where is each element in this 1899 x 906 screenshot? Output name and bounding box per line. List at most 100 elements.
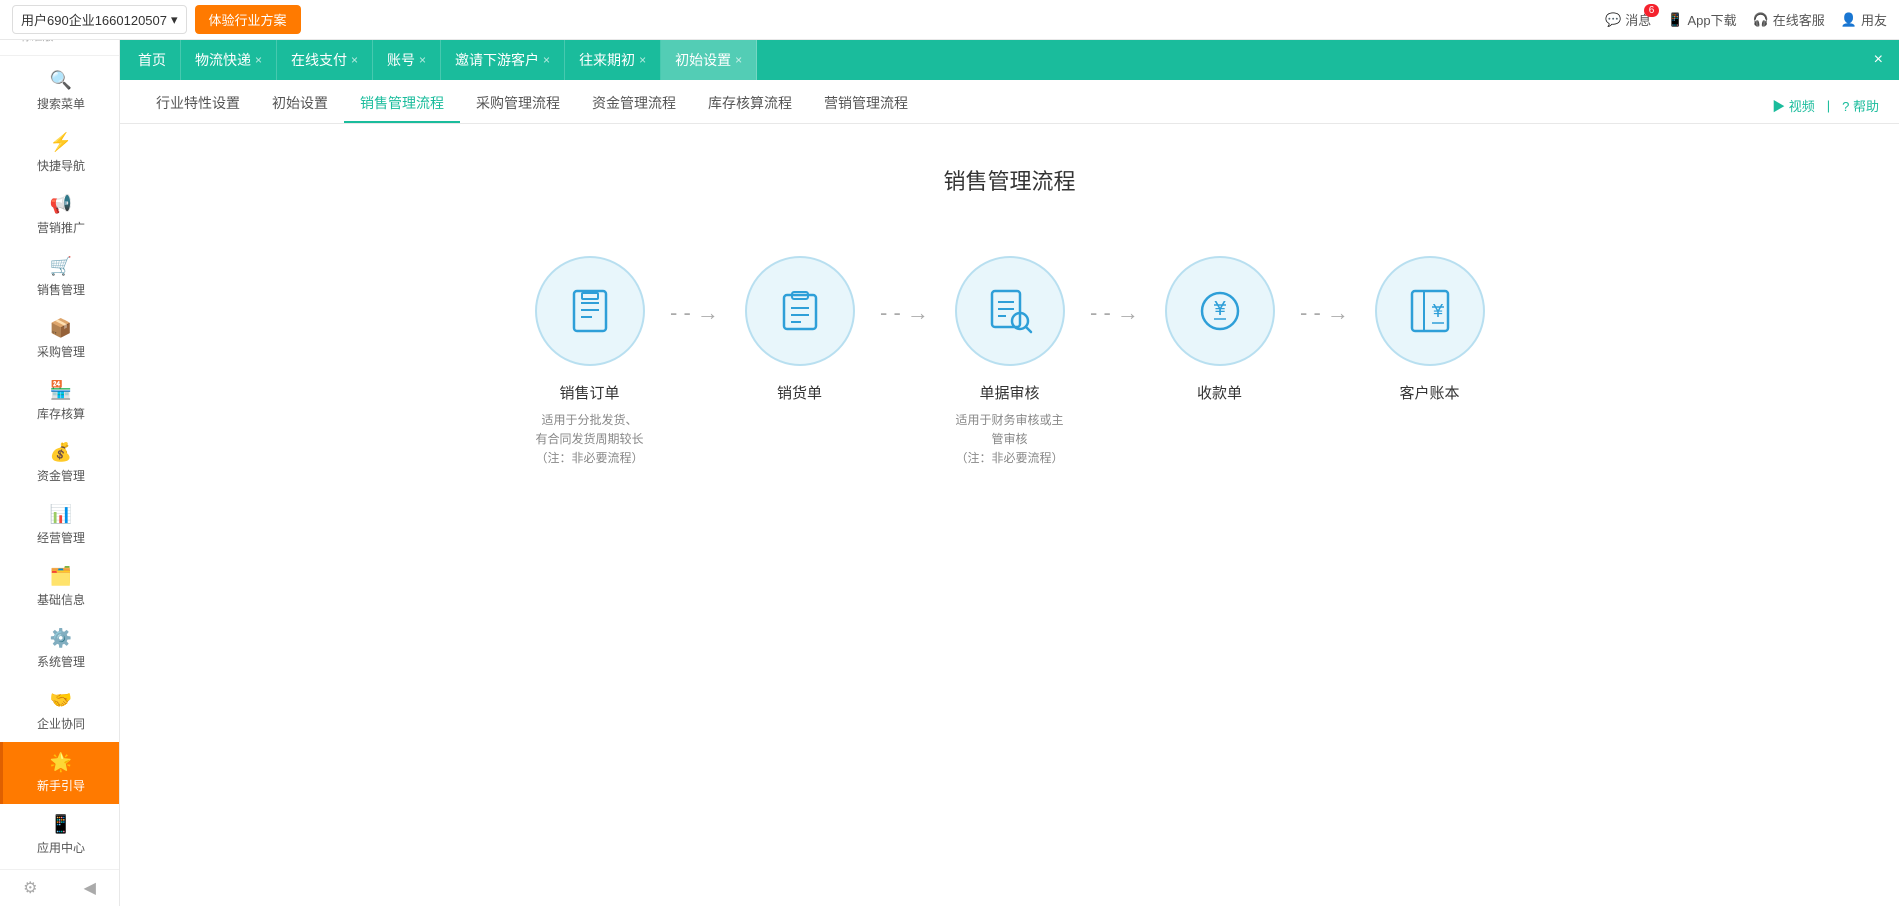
flow-item-review[interactable]: 单据审核 适用于财务审核或主管审核（注：非必要流程）: [930, 256, 1090, 469]
flow-label-sales_order: 销售订单: [559, 382, 619, 403]
company-select[interactable]: 用户690企业1660120507 ▾: [12, 5, 187, 34]
sub-tab-inventory_flow[interactable]: 库存核算流程: [692, 85, 808, 123]
svg-text:¥: ¥: [1213, 298, 1226, 320]
close-tab-invite[interactable]: ×: [543, 53, 550, 67]
sidebar-item-guide[interactable]: 🌟 新手引导: [0, 742, 119, 804]
app-download-item[interactable]: 📱 App下载: [1667, 10, 1736, 29]
flow-label-customer_ledger: 客户账本: [1399, 382, 1459, 403]
arrow-icon: - - →: [1090, 300, 1139, 326]
flow-arrow-3: - - →: [1090, 256, 1140, 326]
sidebar-label-apps: 应用中心: [37, 839, 85, 856]
sidebar-label-quicknav: 快捷导航: [37, 157, 85, 174]
sidebar-label-guide: 新手引导: [37, 777, 85, 794]
nav-tab-invite[interactable]: 邀请下游客户 ×: [441, 40, 565, 80]
sidebar-item-marketing[interactable]: 📢 营销推广: [0, 184, 119, 246]
nav-tab-period[interactable]: 往来期初 ×: [565, 40, 661, 80]
flow-circle-review: [955, 256, 1065, 366]
trial-button[interactable]: 体验行业方案: [195, 5, 301, 34]
nav-close-button[interactable]: ×: [1862, 51, 1895, 69]
nav-tab-label-period: 往来期初: [579, 50, 635, 70]
flow-label-shipment: 销货单: [777, 382, 822, 403]
close-tab-payment[interactable]: ×: [351, 53, 358, 67]
sidebar-icon-purchase: 📦: [50, 318, 72, 339]
sidebar-item-basic[interactable]: 🗂️ 基础信息: [0, 556, 119, 618]
message-badge: 6: [1644, 4, 1660, 17]
arrow-icon: - - →: [670, 300, 719, 326]
nav-tab-label-invite: 邀请下游客户: [455, 50, 539, 70]
sidebar-item-sales[interactable]: 🛒 销售管理: [0, 246, 119, 308]
sidebar-label-operation: 经营管理: [37, 529, 85, 546]
sidebar-item-apps[interactable]: 📱 应用中心: [0, 804, 119, 866]
sidebar-item-collab[interactable]: 🤝 企业协同: [0, 680, 119, 742]
nav-tab-label-init: 初始设置: [675, 50, 731, 70]
sidebar-icon-operation: 📊: [50, 504, 72, 525]
sidebar-label-collab: 企业协同: [37, 715, 85, 732]
nav-tab-logistics[interactable]: 物流快递×: [181, 40, 277, 80]
sidebar-item-system[interactable]: ⚙️ 系统管理: [0, 618, 119, 680]
user-item[interactable]: 👤 用友: [1841, 10, 1887, 29]
svg-text:¥: ¥: [1431, 301, 1443, 321]
sidebar-item-purchase[interactable]: 📦 采购管理: [0, 308, 119, 370]
settings-icon[interactable]: ⚙: [23, 878, 37, 898]
sidebar-item-quicknav[interactable]: ⚡ 快捷导航: [0, 122, 119, 184]
nav-tab-init[interactable]: 初始设置 ×: [661, 40, 757, 80]
sidebar-label-basic: 基础信息: [37, 591, 85, 608]
flow-arrow-1: - - →: [670, 256, 720, 326]
sidebar-item-operation[interactable]: 📊 经营管理: [0, 494, 119, 556]
sidebar-item-inventory[interactable]: 🏪 库存核算: [0, 370, 119, 432]
sub-tab-marketing_flow[interactable]: 营销管理流程: [808, 85, 924, 123]
flow-label-receipt: 收款单: [1197, 382, 1242, 403]
sub-tab-industry[interactable]: 行业特性设置: [140, 85, 256, 123]
flow-item-shipment[interactable]: 销货单: [720, 256, 880, 411]
sidebar-icon-search: 🔍: [50, 70, 72, 91]
sidebar-icon-quicknav: ⚡: [50, 132, 72, 153]
arrow-icon: - - →: [1300, 300, 1349, 326]
help-divider: |: [1827, 98, 1830, 113]
flow-item-customer_ledger[interactable]: ¥ 客户账本: [1350, 256, 1510, 411]
flow-item-receipt[interactable]: ¥ 收款单: [1140, 256, 1300, 411]
sidebar-icon-sales: 🛒: [50, 256, 72, 277]
nav-tab-home[interactable]: 首页: [124, 40, 181, 80]
sidebar-item-search[interactable]: 🔍 搜索菜单: [0, 60, 119, 122]
sub-tab-sales_flow[interactable]: 销售管理流程: [344, 85, 460, 123]
sub-tab-init[interactable]: 初始设置: [256, 85, 344, 123]
collapse-icon[interactable]: ◀: [84, 878, 96, 898]
video-link[interactable]: ▶ 视频: [1772, 96, 1815, 115]
close-tab-logistics[interactable]: ×: [255, 53, 262, 67]
app-icon: 📱: [1667, 12, 1683, 28]
help-link[interactable]: ? 帮助: [1842, 96, 1879, 115]
nav-tab-account[interactable]: 账号×: [373, 40, 441, 80]
message-item[interactable]: 💬 消息 6: [1605, 10, 1651, 29]
sub-tab-finance_flow[interactable]: 资金管理流程: [576, 85, 692, 123]
service-icon: 🎧: [1753, 12, 1769, 28]
sidebar-bottom: ⚙ ◀: [0, 869, 119, 906]
sidebar-label-marketing: 营销推广: [37, 219, 85, 236]
nav-tabs: 首页物流快递×在线支付×账号×邀请下游客户×往来期初×初始设置××: [120, 40, 1899, 80]
flow-desc-review: 适用于财务审核或主管审核（注：非必要流程）: [955, 411, 1063, 469]
close-tab-period[interactable]: ×: [639, 53, 646, 67]
top-bar-left: 用户690企业1660120507 ▾ 体验行业方案: [12, 5, 301, 34]
main-content: 销售管理流程 销售订单 适用于分批发货、有合同发货周期较长（注：非必要流程） -…: [120, 124, 1899, 906]
sidebar-item-finance[interactable]: 💰 资金管理: [0, 432, 119, 494]
sub-tab-purchase_flow[interactable]: 采购管理流程: [460, 85, 576, 123]
sidebar-icon-collab: 🤝: [50, 690, 72, 711]
service-label: 在线客服: [1773, 10, 1825, 29]
dropdown-icon: ▾: [171, 12, 178, 28]
sub-tabs: 行业特性设置初始设置销售管理流程采购管理流程资金管理流程库存核算流程营销管理流程…: [120, 80, 1899, 124]
flow-label-review: 单据审核: [979, 382, 1039, 403]
page-title: 销售管理流程: [120, 124, 1899, 256]
flow-circle-sales_order: [535, 256, 645, 366]
sidebar-label-inventory: 库存核算: [37, 405, 85, 422]
close-tab-account[interactable]: ×: [419, 53, 426, 67]
sidebar-label-search: 搜索菜单: [37, 95, 85, 112]
nav-tab-payment[interactable]: 在线支付 ×: [277, 40, 373, 80]
sidebar-icon-basic: 🗂️: [50, 566, 72, 587]
nav-tab-label-payment: 在线支付: [291, 50, 347, 70]
sidebar-icon-inventory: 🏪: [50, 380, 72, 401]
online-service-item[interactable]: 🎧 在线客服: [1753, 10, 1825, 29]
flow-diagram: 销售订单 适用于分批发货、有合同发货周期较长（注：非必要流程） - - → 销货…: [120, 256, 1899, 529]
flow-desc-sales_order: 适用于分批发货、有合同发货周期较长（注：非必要流程）: [535, 411, 643, 469]
flow-item-sales_order[interactable]: 销售订单 适用于分批发货、有合同发货周期较长（注：非必要流程）: [510, 256, 670, 469]
close-tab-init[interactable]: ×: [735, 53, 742, 67]
video-icon: ▶: [1772, 99, 1785, 114]
